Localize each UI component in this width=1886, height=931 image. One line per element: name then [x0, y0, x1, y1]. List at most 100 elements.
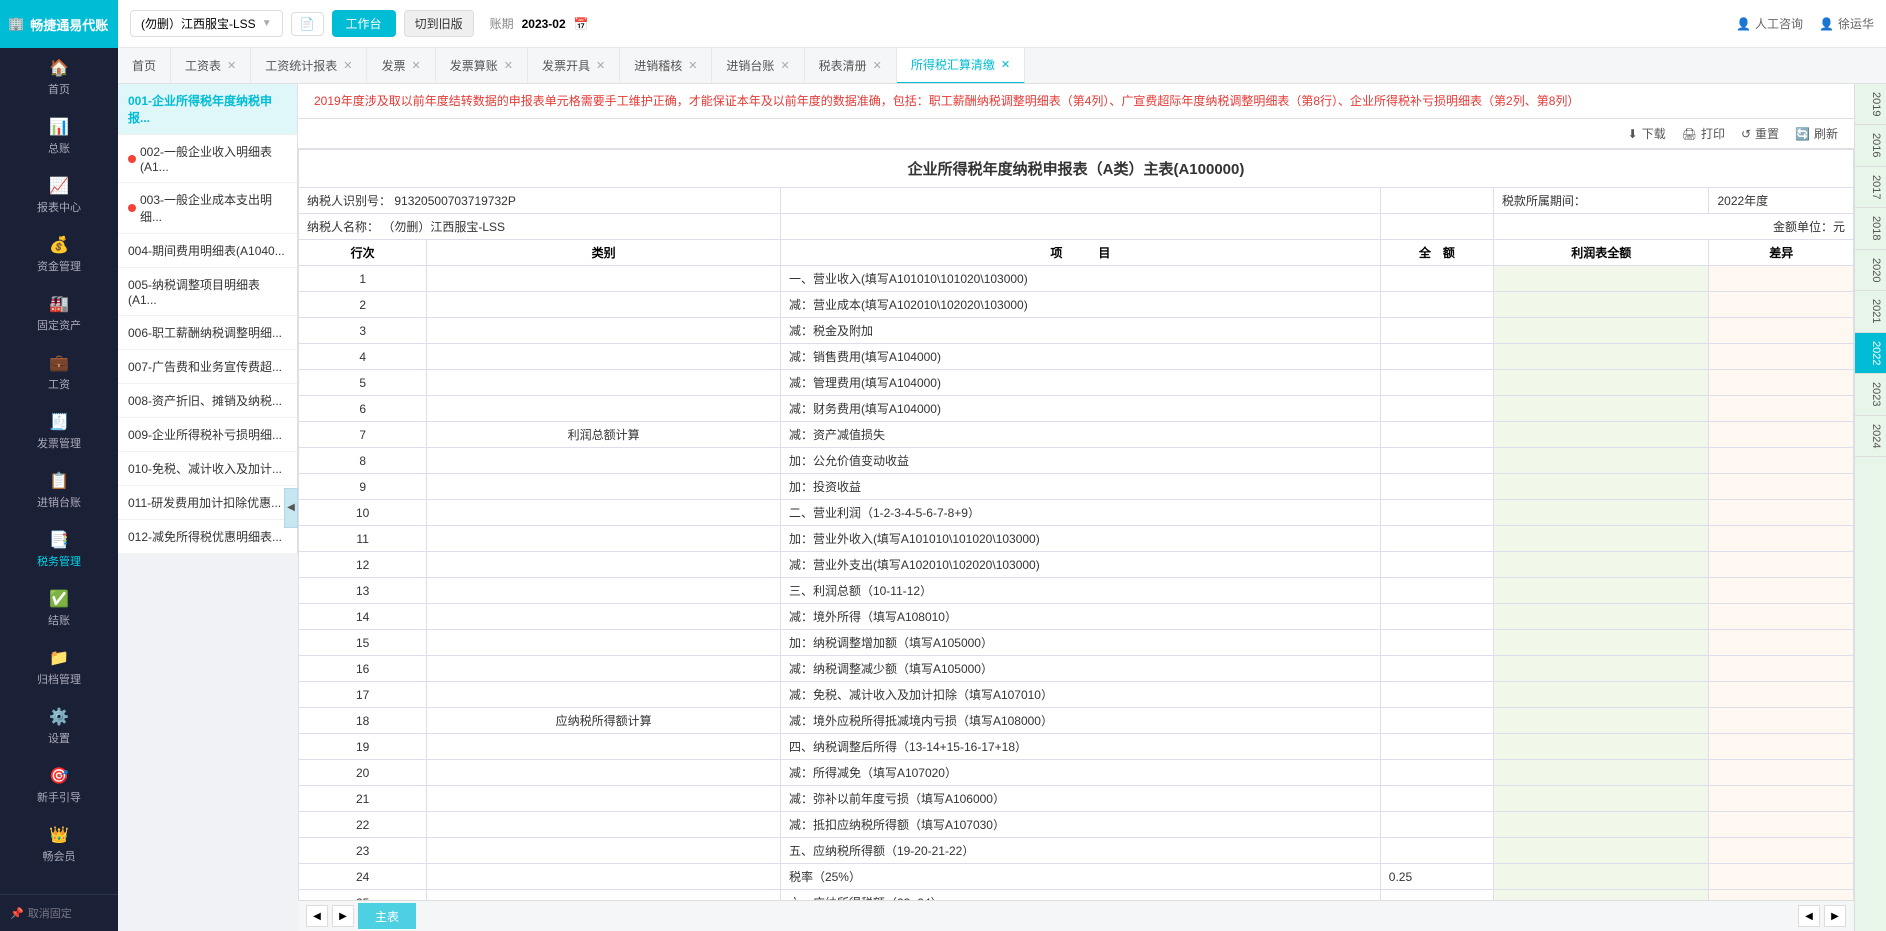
doc-icon-btn[interactable]: 📄 [291, 12, 324, 36]
col-e-1[interactable] [1493, 266, 1709, 292]
col-f-13[interactable] [1709, 578, 1854, 604]
col-f-15[interactable] [1709, 630, 1854, 656]
left-panel-item-010[interactable]: 010-免税、减计收入及加计... [118, 452, 297, 486]
tab-所得税汇算清缴[interactable]: 所得税汇算清缴✕ [897, 48, 1025, 84]
col-e-15[interactable] [1493, 630, 1709, 656]
calendar-icon[interactable]: 📅 [574, 17, 589, 31]
col-e-25[interactable] [1493, 890, 1709, 901]
col-e-10[interactable] [1493, 500, 1709, 526]
col-e-18[interactable] [1493, 708, 1709, 734]
year-item-2023[interactable]: 2023 [1855, 374, 1886, 415]
col-e-2[interactable] [1493, 292, 1709, 318]
col-d-5[interactable] [1380, 370, 1493, 396]
col-d-3[interactable] [1380, 318, 1493, 344]
tab-首页[interactable]: 首页 [118, 48, 171, 84]
col-f-19[interactable] [1709, 734, 1854, 760]
tab-发票开具[interactable]: 发票开具✕ [528, 48, 620, 84]
year-item-2016[interactable]: 2016 [1855, 125, 1886, 166]
col-d-9[interactable] [1380, 474, 1493, 500]
col-e-20[interactable] [1493, 760, 1709, 786]
col-e-14[interactable] [1493, 604, 1709, 630]
col-d-18[interactable] [1380, 708, 1493, 734]
scroll-left-btn[interactable]: ◀ [1798, 905, 1820, 927]
bottom-tab-main[interactable]: 主表 [358, 903, 416, 929]
sidebar-bottom-btn[interactable]: 📌 取消固定 [0, 894, 118, 931]
col-e-19[interactable] [1493, 734, 1709, 760]
col-d-12[interactable] [1380, 552, 1493, 578]
col-e-9[interactable] [1493, 474, 1709, 500]
sidebar-item-purchase[interactable]: 📋进销台账 [0, 461, 118, 520]
col-e-12[interactable] [1493, 552, 1709, 578]
col-f-10[interactable] [1709, 500, 1854, 526]
col-e-17[interactable] [1493, 682, 1709, 708]
tab-close-icon[interactable]: ✕ [596, 59, 605, 72]
col-f-14[interactable] [1709, 604, 1854, 630]
next-sheet-btn[interactable]: ▶ [332, 905, 354, 927]
left-panel-item-006[interactable]: 006-职工薪酬纳税调整明细... [118, 316, 297, 350]
col-e-7[interactable] [1493, 422, 1709, 448]
col-e-5[interactable] [1493, 370, 1709, 396]
col-e-8[interactable] [1493, 448, 1709, 474]
col-d-24[interactable]: 0.25 [1380, 864, 1493, 890]
tab-税表清册[interactable]: 税表清册✕ [805, 48, 897, 84]
col-d-8[interactable] [1380, 448, 1493, 474]
user-service[interactable]: 👤 人工咨询 [1736, 15, 1803, 32]
col-e-4[interactable] [1493, 344, 1709, 370]
left-panel-item-012[interactable]: 012-减免所得税优惠明细表... [118, 520, 297, 554]
reset-button[interactable]: ↺ 重置 [1741, 125, 1779, 142]
tab-close-icon[interactable]: ✕ [227, 59, 236, 72]
prev-sheet-btn[interactable]: ◀ [306, 905, 328, 927]
sidebar-item-guide[interactable]: 🎯新手引导 [0, 756, 118, 815]
col-d-2[interactable] [1380, 292, 1493, 318]
col-f-20[interactable] [1709, 760, 1854, 786]
sidebar-item-settle[interactable]: ✅结账 [0, 579, 118, 638]
left-panel-item-003[interactable]: 003-一般企业成本支出明细... [118, 183, 297, 234]
sidebar-item-report[interactable]: 📈报表中心 [0, 166, 118, 225]
sidebar-item-fixed[interactable]: 🏭固定资产 [0, 284, 118, 343]
col-d-4[interactable] [1380, 344, 1493, 370]
col-d-21[interactable] [1380, 786, 1493, 812]
col-f-11[interactable] [1709, 526, 1854, 552]
left-panel-item-011[interactable]: 011-研发费用加计扣除优惠... [118, 486, 297, 520]
refresh-button[interactable]: 🔄 刷新 [1795, 125, 1838, 142]
col-f-25[interactable] [1709, 890, 1854, 901]
col-e-22[interactable] [1493, 812, 1709, 838]
col-f-5[interactable] [1709, 370, 1854, 396]
col-e-11[interactable] [1493, 526, 1709, 552]
tab-工资统计报表[interactable]: 工资统计报表✕ [251, 48, 367, 84]
col-f-7[interactable] [1709, 422, 1854, 448]
user-profile[interactable]: 👤 徐运华 [1819, 15, 1874, 32]
left-panel-item-001[interactable]: 001-企业所得税年度纳税申报... [118, 84, 297, 135]
year-item-2018[interactable]: 2018 [1855, 208, 1886, 249]
tab-close-icon[interactable]: ✕ [688, 59, 697, 72]
col-f-2[interactable] [1709, 292, 1854, 318]
tab-进销稽核[interactable]: 进销稽核✕ [620, 48, 712, 84]
col-d-6[interactable] [1380, 396, 1493, 422]
year-item-2021[interactable]: 2021 [1855, 291, 1886, 332]
print-button[interactable]: 🖨 打印 [1682, 125, 1725, 142]
sidebar-item-salary[interactable]: 💼工资 [0, 343, 118, 402]
tab-close-icon[interactable]: ✕ [873, 59, 882, 72]
col-f-21[interactable] [1709, 786, 1854, 812]
col-e-23[interactable] [1493, 838, 1709, 864]
col-f-3[interactable] [1709, 318, 1854, 344]
sidebar-item-invoice[interactable]: 🧾发票管理 [0, 402, 118, 461]
col-d-23[interactable] [1380, 838, 1493, 864]
tab-工资表[interactable]: 工资表✕ [171, 48, 251, 84]
company-selector[interactable]: (勿删）江西服宝-LSS ▼ [130, 10, 283, 37]
col-f-8[interactable] [1709, 448, 1854, 474]
scroll-right-btn[interactable]: ▶ [1824, 905, 1846, 927]
collapse-left-panel-btn[interactable]: ◀ [284, 488, 298, 528]
col-f-1[interactable] [1709, 266, 1854, 292]
col-d-14[interactable] [1380, 604, 1493, 630]
history-button[interactable]: 切到旧版 [404, 10, 474, 37]
col-d-7[interactable] [1380, 422, 1493, 448]
tab-close-icon[interactable]: ✕ [780, 59, 789, 72]
tab-close-icon[interactable]: ✕ [412, 59, 421, 72]
col-e-21[interactable] [1493, 786, 1709, 812]
col-f-9[interactable] [1709, 474, 1854, 500]
year-item-2020[interactable]: 2020 [1855, 250, 1886, 291]
tab-close-icon[interactable]: ✕ [1001, 58, 1010, 71]
sidebar-item-capital[interactable]: 💰资金管理 [0, 225, 118, 284]
col-e-6[interactable] [1493, 396, 1709, 422]
